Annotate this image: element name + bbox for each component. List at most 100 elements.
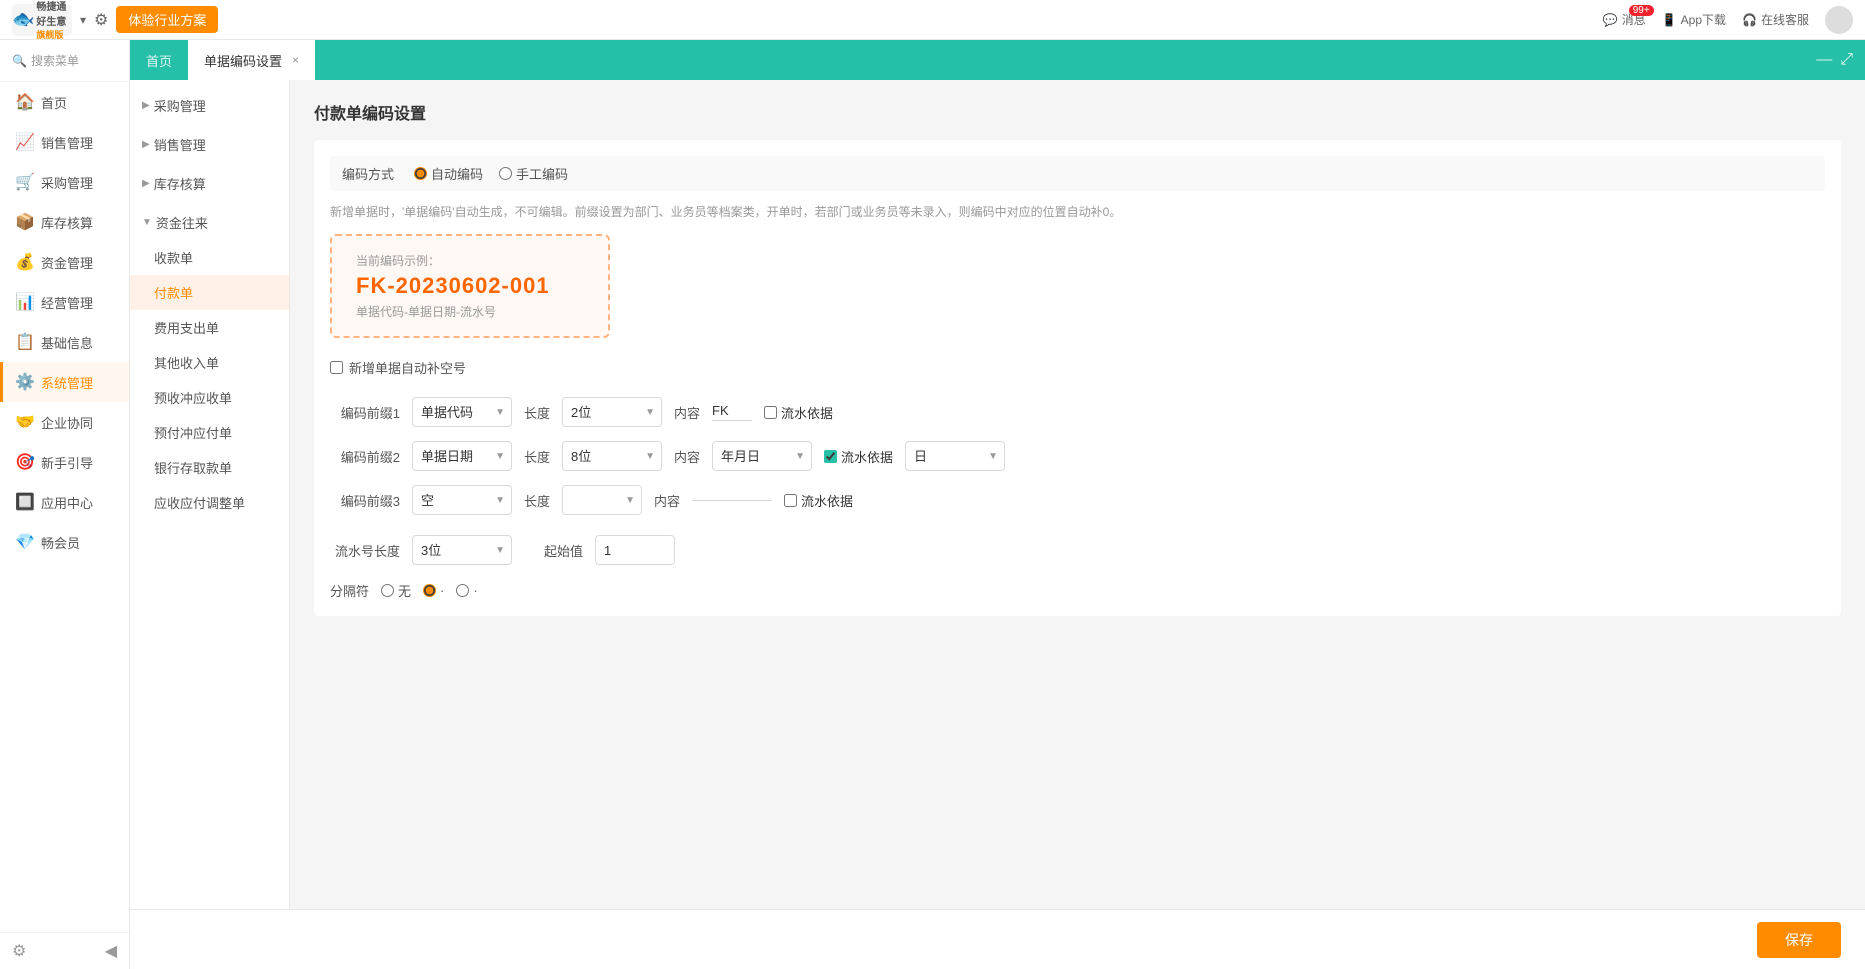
prefix2-arrow-icon: ▼ bbox=[495, 451, 505, 462]
sidebar-item-system[interactable]: ⚙️ 系统管理 bbox=[0, 362, 129, 402]
inventory-icon: 📦 bbox=[15, 212, 33, 232]
encoding-note: 新增单据时，'单据编码'自动生成，不可编辑。前缀设置为部门、业务员等档案类，开单… bbox=[330, 203, 1825, 222]
page-title: 付款单编码设置 bbox=[314, 100, 1841, 124]
auto-fill-checkbox[interactable] bbox=[330, 361, 343, 374]
sidebar-item-home[interactable]: 🏠 首页 bbox=[0, 82, 129, 122]
serial-length-row: 流水号长度 3位 4位 5位 6位 ▼ 起始值 bbox=[330, 535, 1825, 565]
flow2-unit-select-wrapper: 日 月 年 ▼ bbox=[905, 441, 1005, 471]
start-value-input[interactable] bbox=[595, 535, 675, 565]
auto-radio[interactable] bbox=[414, 167, 427, 180]
system-icon: ⚙️ bbox=[15, 372, 33, 392]
search-icon: 🔍 bbox=[12, 54, 27, 68]
search-menu-btn[interactable]: 🔍 搜索菜单 bbox=[8, 48, 121, 73]
tab-home[interactable]: 首页 bbox=[130, 40, 188, 80]
arrow-right-icon: ▶ bbox=[142, 100, 150, 111]
prefix2-select[interactable]: 单据日期 部门 业务员 空 bbox=[421, 449, 494, 464]
form-row-3: 编码前缀3 空 单据代码 部门 业务员 ▼ 长度 bbox=[330, 485, 1825, 515]
sidebar-item-finance[interactable]: 💰 资金管理 bbox=[0, 242, 129, 282]
prefix3-label: 编码前缀3 bbox=[330, 491, 400, 510]
form-rows: 编码前缀1 单据代码 部门 业务员 空 ▼ 长度 bbox=[330, 397, 1825, 515]
encoding-method-label: 编码方式 bbox=[342, 164, 394, 183]
manual-radio[interactable] bbox=[499, 167, 512, 180]
user-avatar[interactable] bbox=[1825, 6, 1853, 34]
length3-select[interactable] bbox=[571, 493, 591, 508]
flow1-checkbox[interactable] bbox=[764, 406, 777, 419]
sidebar-item-base[interactable]: 📋 基础信息 bbox=[0, 322, 129, 362]
sales-icon: 📈 bbox=[15, 132, 33, 152]
length1-select[interactable]: 2位 3位 4位 bbox=[571, 405, 612, 420]
sub-group-title-purchase[interactable]: ▶ 采购管理 bbox=[130, 88, 289, 123]
encoding-radio-group: 自动编码 手工编码 bbox=[414, 164, 568, 183]
prefix3-select[interactable]: 空 单据代码 部门 业务员 bbox=[421, 493, 494, 508]
sep-dot-label[interactable]: · bbox=[423, 583, 444, 598]
sep-none-radio[interactable] bbox=[381, 584, 394, 597]
sub-group-title-inventory[interactable]: ▶ 库存核算 bbox=[130, 166, 289, 201]
length2-select[interactable]: 8位 6位 4位 bbox=[571, 449, 612, 464]
flow3-checkbox[interactable] bbox=[784, 494, 797, 507]
sep-dot-radio[interactable] bbox=[423, 584, 436, 597]
service-label: 在线客服 bbox=[1761, 11, 1809, 28]
sub-item-expense[interactable]: 费用支出单 bbox=[130, 310, 289, 345]
sidebar-item-inventory[interactable]: 📦 库存核算 bbox=[0, 202, 129, 242]
auto-fill-label: 新增单据自动补空号 bbox=[349, 358, 466, 377]
sidebar-item-apps[interactable]: 🔲 应用中心 bbox=[0, 482, 129, 522]
sidebar-item-operations[interactable]: 📊 经营管理 bbox=[0, 282, 129, 322]
sep-dot2-radio[interactable] bbox=[456, 584, 469, 597]
flow1-label: 流水依据 bbox=[764, 403, 833, 422]
start-value-label: 起始值 bbox=[544, 541, 583, 560]
arrow-right-icon-3: ▶ bbox=[142, 178, 150, 189]
service-btn[interactable]: 🎧 在线客服 bbox=[1742, 11, 1809, 28]
main-layout: 🔍 搜索菜单 🏠 首页 📈 销售管理 🛒 采购管理 📦 库存核算 💰 资金管理 … bbox=[0, 40, 1865, 969]
code-preview-box: 当前编码示例： FK-20230602-001 单据代码-单据日期-流水号 bbox=[330, 234, 610, 338]
form-row-1: 编码前缀1 单据代码 部门 业务员 空 ▼ 长度 bbox=[330, 397, 1825, 427]
sub-item-pre-payable[interactable]: 预付冲应付单 bbox=[130, 415, 289, 450]
flow2-checkbox[interactable] bbox=[824, 450, 837, 463]
sub-item-other-income[interactable]: 其他收入单 bbox=[130, 345, 289, 380]
sub-group-title-capital[interactable]: ▼ 资金往来 bbox=[130, 205, 289, 240]
flow2-unit-select[interactable]: 日 月 年 bbox=[914, 449, 948, 464]
tab-maximize-btn[interactable]: ⤢ bbox=[1840, 51, 1853, 69]
sub-item-payment[interactable]: 付款单 bbox=[130, 275, 289, 310]
separator-label: 分隔符 bbox=[330, 581, 369, 600]
length3-select-wrapper: ▼ bbox=[562, 485, 642, 515]
arrow-right-icon-2: ▶ bbox=[142, 139, 150, 150]
app-download-btn[interactable]: 📱 App下载 bbox=[1662, 11, 1726, 28]
tab-encoding[interactable]: 单据编码设置 × bbox=[188, 40, 315, 80]
sep-dot2-label[interactable]: · bbox=[456, 583, 477, 598]
save-button[interactable]: 保存 bbox=[1757, 922, 1841, 958]
tab-minimize-btn[interactable]: — bbox=[1816, 51, 1832, 69]
content2-select[interactable]: 年月日 年月 年 bbox=[721, 449, 781, 464]
finance-icon: 💰 bbox=[15, 252, 33, 272]
serial-length-select[interactable]: 3位 4位 5位 6位 bbox=[421, 543, 462, 558]
sidebar-item-member[interactable]: 💎 畅会员 bbox=[0, 522, 129, 562]
trial-btn[interactable]: 体验行业方案 bbox=[116, 6, 218, 33]
sep-none-label[interactable]: 无 bbox=[381, 581, 411, 600]
sidebar-item-cooperation[interactable]: 🤝 企业协同 bbox=[0, 402, 129, 442]
manual-radio-label[interactable]: 手工编码 bbox=[499, 164, 568, 183]
prefix1-select[interactable]: 单据代码 部门 业务员 空 bbox=[421, 405, 494, 420]
content2-arrow-icon: ▼ bbox=[795, 451, 805, 462]
sidebar-item-guide[interactable]: 🎯 新手引导 bbox=[0, 442, 129, 482]
serial-length-select-wrapper: 3位 4位 5位 6位 ▼ bbox=[412, 535, 512, 565]
sidebar-item-purchase[interactable]: 🛒 采购管理 bbox=[0, 162, 129, 202]
member-icon: 💎 bbox=[15, 532, 33, 552]
sub-item-adjustment[interactable]: 应收应付调整单 bbox=[130, 485, 289, 520]
nav-dropdown-btn[interactable]: ▾ bbox=[80, 13, 86, 27]
auto-radio-label[interactable]: 自动编码 bbox=[414, 164, 483, 183]
settings-bottom-btn[interactable]: ⚙ bbox=[12, 941, 26, 961]
tab-close-icon[interactable]: × bbox=[292, 53, 299, 67]
guide-icon: 🎯 bbox=[15, 452, 33, 472]
encoding-method-row: 编码方式 自动编码 手工编码 bbox=[330, 156, 1825, 191]
sub-group-sales: ▶ 销售管理 bbox=[130, 127, 289, 162]
sub-item-pre-receivable[interactable]: 预收冲应收单 bbox=[130, 380, 289, 415]
message-btn[interactable]: 💬 消息 99+ bbox=[1603, 11, 1646, 28]
gear-icon[interactable]: ⚙ bbox=[94, 10, 108, 30]
main-panel: 付款单编码设置 编码方式 自动编码 手工编码 bbox=[290, 80, 1865, 909]
content3-label: 内容 bbox=[654, 491, 680, 510]
sub-group-title-sales[interactable]: ▶ 销售管理 bbox=[130, 127, 289, 162]
sidebar-item-sales[interactable]: 📈 销售管理 bbox=[0, 122, 129, 162]
prefix1-select-wrapper: 单据代码 部门 业务员 空 ▼ bbox=[412, 397, 512, 427]
collapse-btn[interactable]: ◀ bbox=[105, 941, 117, 961]
sub-item-receipt[interactable]: 收款单 bbox=[130, 240, 289, 275]
sub-item-bank[interactable]: 银行存取款单 bbox=[130, 450, 289, 485]
